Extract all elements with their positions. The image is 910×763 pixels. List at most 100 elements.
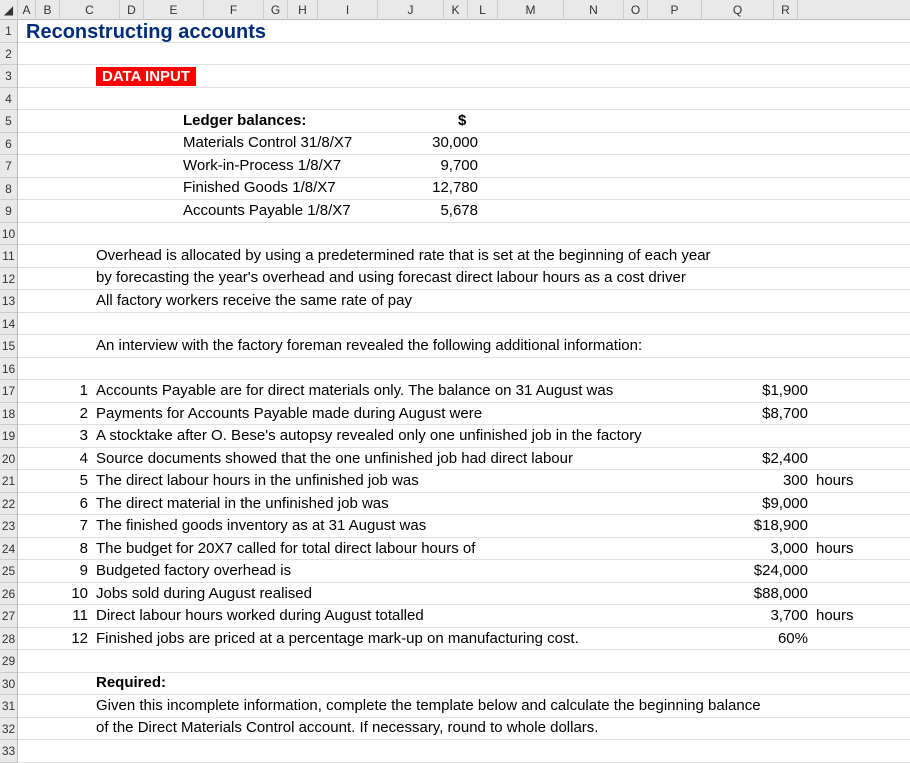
item-text: The budget for 20X7 called for total dir…	[96, 540, 475, 557]
item-value: 3,700	[718, 607, 808, 624]
item-value: $9,000	[718, 495, 808, 512]
col-header[interactable]: K	[444, 0, 468, 20]
ledger-label: Finished Goods 1/8/X7	[183, 179, 336, 196]
item-text: Accounts Payable are for direct material…	[96, 382, 613, 399]
row-header[interactable]: 21	[0, 470, 17, 493]
row-header[interactable]: 29	[0, 650, 17, 673]
row-header[interactable]: 31	[0, 695, 17, 718]
item-value: $18,900	[718, 517, 808, 534]
col-header[interactable]: E	[144, 0, 204, 20]
item-unit: hours	[816, 472, 854, 489]
item-number: 6	[58, 495, 88, 512]
col-header[interactable]: B	[36, 0, 60, 20]
col-header[interactable]: I	[318, 0, 378, 20]
item-text: Direct labour hours worked during August…	[96, 607, 424, 624]
item-unit: hours	[816, 607, 854, 624]
item-number: 8	[58, 540, 88, 557]
row-header[interactable]: 6	[0, 133, 17, 156]
item-text: A stocktake after O. Bese's autopsy reve…	[96, 427, 642, 444]
data-input-badge: DATA INPUT	[96, 67, 196, 86]
col-header[interactable]: M	[498, 0, 564, 20]
col-header[interactable]: J	[378, 0, 444, 20]
item-text: Jobs sold during August realised	[96, 585, 312, 602]
ledger-label: Accounts Payable 1/8/X7	[183, 202, 351, 219]
col-header[interactable]: F	[204, 0, 264, 20]
row-header[interactable]: 30	[0, 673, 17, 696]
row-headers: 1 2 3 4 5 6 7 8 9 10 11 12 13 14 15 16 1…	[0, 20, 18, 763]
required-text: of the Direct Materials Control account.…	[96, 719, 598, 736]
row-header[interactable]: 7	[0, 155, 17, 178]
row-header[interactable]: 19	[0, 425, 17, 448]
item-text: The finished goods inventory as at 31 Au…	[96, 517, 426, 534]
row-header[interactable]: 16	[0, 358, 17, 381]
item-value: $1,900	[718, 382, 808, 399]
ledger-label: Work-in-Process 1/8/X7	[183, 157, 341, 174]
row-header[interactable]: 13	[0, 290, 17, 313]
item-number: 1	[58, 382, 88, 399]
row-header[interactable]: 3	[0, 65, 17, 88]
row-header[interactable]: 32	[0, 718, 17, 741]
col-header[interactable]: R	[774, 0, 798, 20]
item-unit: hours	[816, 540, 854, 557]
col-header[interactable]: D	[120, 0, 144, 20]
column-headers: ◢ A B C D E F G H I J K L M N O P Q R	[0, 0, 910, 20]
item-text: Source documents showed that the one unf…	[96, 450, 573, 467]
col-header[interactable]: N	[564, 0, 624, 20]
row-header[interactable]: 18	[0, 403, 17, 426]
row-header[interactable]: 23	[0, 515, 17, 538]
col-header[interactable]: H	[288, 0, 318, 20]
row-header[interactable]: 1	[0, 20, 17, 43]
row-header[interactable]: 4	[0, 88, 17, 111]
row-header[interactable]: 14	[0, 313, 17, 336]
row-header[interactable]: 11	[0, 245, 17, 268]
col-header[interactable]: C	[60, 0, 120, 20]
row-header[interactable]: 8	[0, 178, 17, 201]
row-header[interactable]: 20	[0, 448, 17, 471]
required-text: Given this incomplete information, compl…	[96, 697, 761, 714]
row-header[interactable]: 24	[0, 538, 17, 561]
col-header[interactable]: L	[468, 0, 498, 20]
item-value: 60%	[718, 630, 808, 647]
col-header[interactable]: P	[648, 0, 702, 20]
row-header[interactable]: 15	[0, 335, 17, 358]
row-header[interactable]: 22	[0, 493, 17, 516]
ledger-value: 9,700	[398, 157, 478, 174]
item-number: 2	[58, 405, 88, 422]
row-header[interactable]: 27	[0, 605, 17, 628]
row-header[interactable]: 33	[0, 740, 17, 763]
item-text: The direct material in the unfinished jo…	[96, 495, 389, 512]
row-header[interactable]: 12	[0, 268, 17, 291]
overhead-text: Overhead is allocated by using a predete…	[96, 247, 711, 264]
item-text: The direct labour hours in the unfinishe…	[96, 472, 419, 489]
row-header[interactable]: 9	[0, 200, 17, 223]
item-value: 3,000	[718, 540, 808, 557]
row-header[interactable]: 26	[0, 583, 17, 606]
select-all-corner[interactable]: ◢	[0, 0, 18, 20]
item-number: 5	[58, 472, 88, 489]
item-value: $2,400	[718, 450, 808, 467]
item-number: 4	[58, 450, 88, 467]
interview-text: An interview with the factory foreman re…	[96, 337, 642, 354]
col-header[interactable]: G	[264, 0, 288, 20]
item-number: 11	[58, 607, 88, 624]
currency-header: $	[458, 112, 466, 129]
ledger-value: 5,678	[398, 202, 478, 219]
col-header[interactable]: O	[624, 0, 648, 20]
item-text: Payments for Accounts Payable made durin…	[96, 405, 482, 422]
row-header[interactable]: 10	[0, 223, 17, 246]
col-header[interactable]: Q	[702, 0, 774, 20]
overhead-text: by forecasting the year's overhead and u…	[96, 269, 686, 286]
row-header[interactable]: 28	[0, 628, 17, 651]
item-number: 12	[58, 630, 88, 647]
ledger-label: Materials Control 31/8/X7	[183, 134, 352, 151]
row-header[interactable]: 5	[0, 110, 17, 133]
row-header[interactable]: 17	[0, 380, 17, 403]
item-text: Finished jobs are priced at a percentage…	[96, 630, 579, 647]
col-header[interactable]: A	[18, 0, 36, 20]
item-number: 10	[58, 585, 88, 602]
row-header[interactable]: 25	[0, 560, 17, 583]
item-number: 7	[58, 517, 88, 534]
row-header[interactable]: 2	[0, 43, 17, 66]
required-label: Required:	[96, 674, 166, 691]
cell-grid[interactable]: Reconstructing accounts DATA INPUT Ledge…	[18, 20, 910, 763]
